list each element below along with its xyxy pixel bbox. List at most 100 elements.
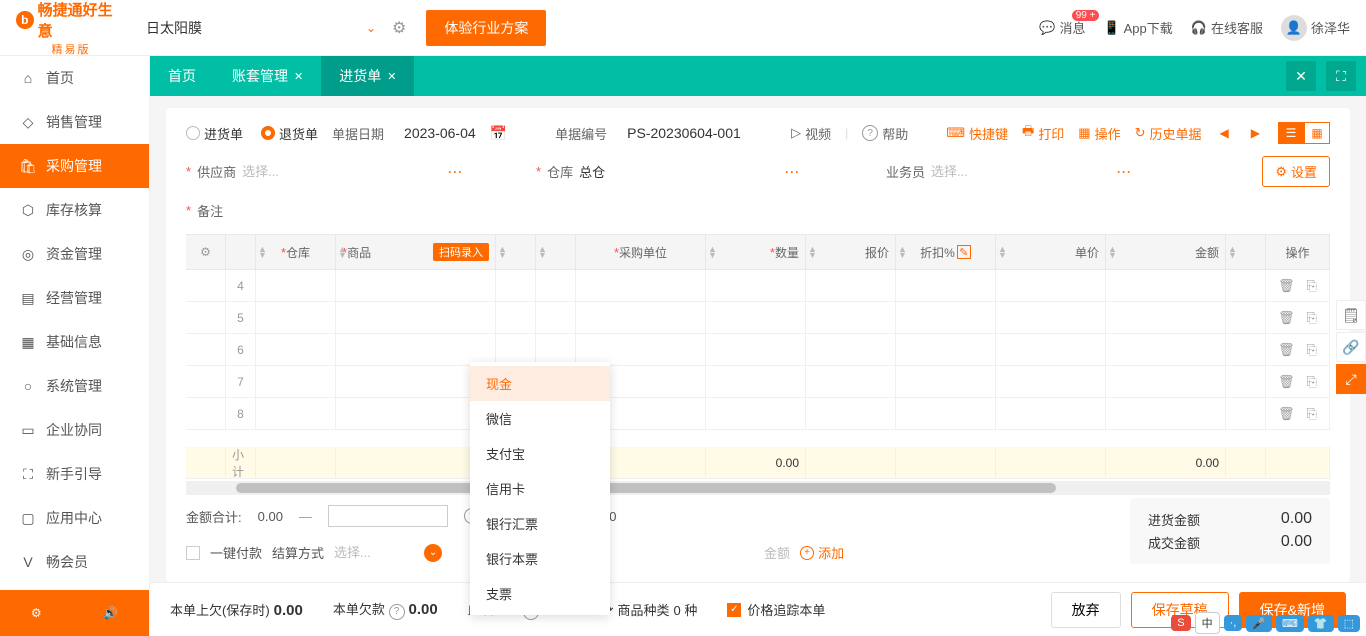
operate-link[interactable]: ▦操作 [1078, 124, 1120, 143]
remark-input[interactable] [229, 203, 829, 219]
sidebar-item[interactable]: ▭企业协同 [0, 408, 149, 452]
track-checkbox[interactable]: ✓ [727, 603, 741, 617]
print-link[interactable]: 🖶打印 [1022, 122, 1064, 144]
sort-icon[interactable]: ▲▼ [258, 246, 267, 258]
company-selector[interactable]: 日太阳膜 ⌄ [146, 18, 376, 38]
gear-icon[interactable]: ⚙ [200, 245, 211, 259]
oneclick-checkbox[interactable] [186, 546, 200, 560]
edit-discount-icon[interactable]: ✎ [957, 245, 971, 259]
copy-row-icon[interactable]: ⎘ [1307, 278, 1317, 294]
list-view-button[interactable]: ☰ [1278, 122, 1304, 144]
delete-row-icon[interactable]: 🗑 [1278, 310, 1295, 326]
delete-row-icon[interactable]: 🗑 [1278, 374, 1295, 390]
sort-icon[interactable]: ▲▼ [998, 246, 1007, 258]
table-row[interactable]: 7🗑⎘ [186, 366, 1330, 398]
tab[interactable]: 进货单✕ [321, 56, 414, 96]
user-menu[interactable]: 👤徐泽华 [1281, 15, 1350, 41]
help-link[interactable]: ?帮助 [862, 124, 908, 143]
sort-icon[interactable]: ▲▼ [708, 246, 717, 258]
tab[interactable]: 首页 [150, 56, 214, 96]
warehouse-more-icon[interactable]: ··· [785, 165, 800, 179]
table-row[interactable]: 8🗑⎘ [186, 398, 1330, 430]
delete-row-icon[interactable]: 🗑 [1278, 406, 1295, 422]
pay-method-dropdown-button[interactable]: ⌄ [424, 544, 442, 562]
delete-row-icon[interactable]: 🗑 [1278, 278, 1295, 294]
calendar-icon[interactable]: 📅 [490, 125, 507, 142]
note-float-button[interactable]: 🗒 [1336, 300, 1366, 330]
message-link[interactable]: 💬 消息 99 + [1039, 18, 1085, 37]
supplier-input[interactable] [242, 164, 442, 180]
horizontal-scrollbar[interactable] [186, 481, 1330, 495]
clerk-input[interactable] [931, 164, 1111, 180]
table-row[interactable]: 6🗑⎘ [186, 334, 1330, 366]
copy-row-icon[interactable]: ⎘ [1307, 342, 1317, 358]
ime-grid-button[interactable]: ⬚ [1338, 615, 1360, 632]
history-link[interactable]: ↻历史单据 [1135, 124, 1202, 143]
sort-icon[interactable]: ▲▼ [1108, 246, 1117, 258]
sidebar-item[interactable]: ▦基础信息 [0, 320, 149, 364]
dropdown-option[interactable]: 微信 [470, 401, 610, 436]
copy-row-icon[interactable]: ⎘ [1307, 374, 1317, 390]
ime-lang-button[interactable]: 中 [1195, 612, 1220, 634]
help-icon[interactable]: ? [389, 604, 405, 620]
sidebar-item[interactable]: ⬡库存核算 [0, 188, 149, 232]
supplier-more-icon[interactable]: ··· [448, 165, 463, 179]
sidebar-item[interactable]: ◇销售管理 [0, 100, 149, 144]
dropdown-option[interactable]: 现金 [470, 366, 610, 401]
ime-tshirt-button[interactable]: 👕 [1308, 615, 1334, 632]
gear-icon[interactable]: ⚙ [31, 606, 42, 620]
sort-icon[interactable]: ▲▼ [898, 246, 907, 258]
fullscreen-button[interactable]: ⛶ [1326, 61, 1356, 91]
discard-button[interactable]: 放弃 [1051, 592, 1121, 628]
dropdown-option[interactable]: 支票 [470, 576, 610, 611]
ime-keyboard-button[interactable]: ⌨ [1276, 615, 1304, 632]
tab[interactable]: 账套管理✕ [214, 56, 321, 96]
card-view-button[interactable]: ▦ [1304, 122, 1330, 144]
warehouse-value[interactable]: 总仓 [579, 162, 779, 181]
sort-icon[interactable]: ▲▼ [338, 246, 347, 258]
shortcut-link[interactable]: ⌨快捷键 [946, 124, 1008, 143]
sidebar-item[interactable]: ▤经营管理 [0, 276, 149, 320]
sidebar-item[interactable]: 🛍采购管理 [0, 144, 149, 188]
date-value[interactable]: 2023-06-04 [404, 125, 476, 141]
sound-icon[interactable]: 🔊 [103, 606, 118, 620]
radio-purchase-in[interactable]: 进货单 [186, 124, 243, 143]
sidebar-item[interactable]: ⌂首页 [0, 56, 149, 100]
sidebar-item[interactable]: V畅会员 [0, 540, 149, 584]
add-payment-button[interactable]: +添加 [800, 543, 844, 562]
video-link[interactable]: ▷视频 [791, 124, 831, 143]
sort-icon[interactable]: ▲▼ [1228, 246, 1237, 258]
radio-purchase-return[interactable]: 退货单 [261, 124, 318, 143]
ime-punct-button[interactable]: ·, [1224, 615, 1243, 631]
dropdown-option[interactable]: 信用卡 [470, 471, 610, 506]
ime-mic-button[interactable]: 🎤 [1246, 615, 1272, 632]
gear-icon[interactable]: ⚙ [392, 18, 406, 38]
clerk-more-icon[interactable]: ··· [1117, 165, 1132, 179]
next-doc-button[interactable]: ▶ [1247, 126, 1264, 140]
experience-plan-button[interactable]: 体验行业方案 [426, 10, 546, 46]
close-all-tabs-button[interactable]: ✕ [1286, 61, 1316, 91]
prev-doc-button[interactable]: ◀ [1216, 126, 1233, 140]
sidebar-item[interactable]: ◎资金管理 [0, 232, 149, 276]
dropdown-option[interactable]: 支付宝 [470, 436, 610, 471]
table-row[interactable]: 4🗑⎘ [186, 270, 1330, 302]
sort-icon[interactable]: ▲▼ [498, 246, 507, 258]
link-float-button[interactable]: 🔗 [1336, 332, 1366, 362]
scan-entry-button[interactable]: 扫码录入 [433, 243, 489, 261]
pay-method-input[interactable] [334, 545, 414, 561]
dropdown-option[interactable]: 银行汇票 [470, 506, 610, 541]
app-download-link[interactable]: 📱App下载 [1103, 18, 1172, 37]
ime-s-icon[interactable]: S [1171, 615, 1190, 631]
table-row[interactable]: 5🗑⎘ [186, 302, 1330, 334]
sidebar-item[interactable]: ○系统管理 [0, 364, 149, 408]
close-icon[interactable]: ✕ [294, 70, 303, 83]
sort-icon[interactable]: ▲▼ [808, 246, 817, 258]
close-icon[interactable]: ✕ [387, 70, 396, 83]
sort-icon[interactable]: ▲▼ [538, 246, 547, 258]
delete-row-icon[interactable]: 🗑 [1278, 342, 1295, 358]
copy-row-icon[interactable]: ⎘ [1307, 406, 1317, 422]
setting-button[interactable]: ⚙设置 [1262, 156, 1330, 187]
online-service-link[interactable]: 🎧在线客服 [1191, 18, 1263, 37]
expand-float-button[interactable]: ⤢ [1336, 364, 1366, 394]
sidebar-item[interactable]: ▢应用中心 [0, 496, 149, 540]
